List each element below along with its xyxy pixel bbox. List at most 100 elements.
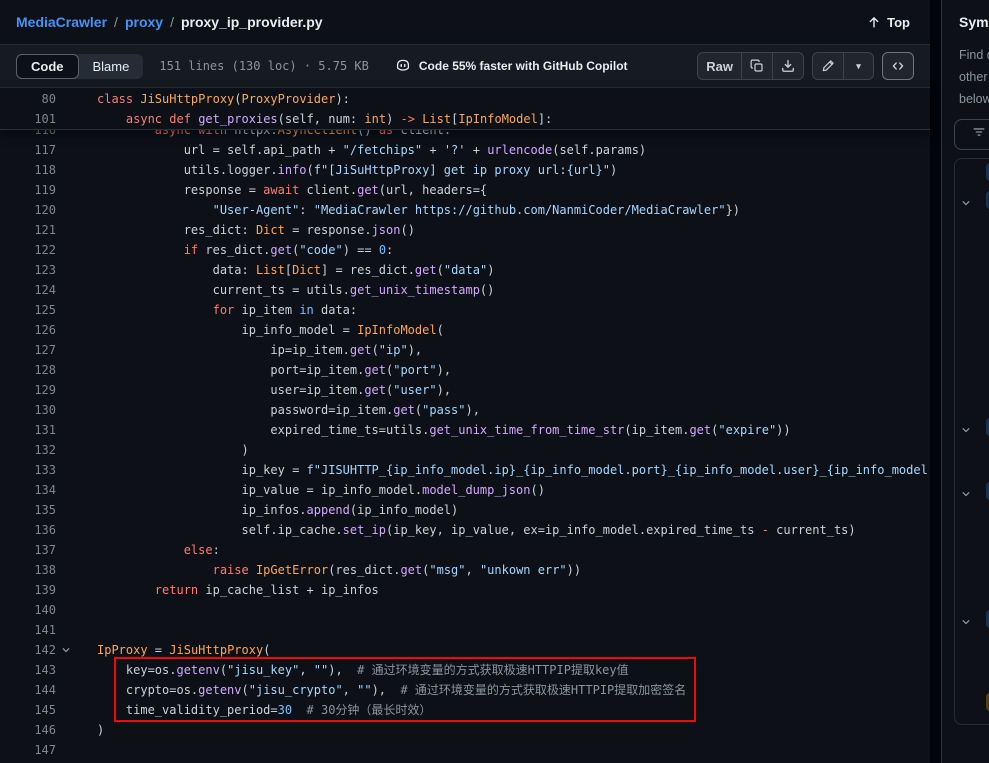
- line-number[interactable]: 129: [0, 380, 56, 400]
- fold-gutter: [56, 280, 76, 300]
- code-line-content: for ip_item in data:: [76, 300, 357, 320]
- line-number[interactable]: 126: [0, 320, 56, 340]
- line-number[interactable]: 144: [0, 680, 56, 700]
- breadcrumb-separator: /: [170, 14, 174, 30]
- line-number[interactable]: 139: [0, 580, 56, 600]
- line-number[interactable]: 135: [0, 500, 56, 520]
- fold-gutter: [56, 360, 76, 380]
- line-number[interactable]: 143: [0, 660, 56, 680]
- code-line: 141: [0, 620, 930, 640]
- line-number[interactable]: 131: [0, 420, 56, 440]
- fold-gutter: [56, 540, 76, 560]
- code-editor-area[interactable]: 116 async with httpx.AsyncClient() as cl…: [0, 129, 930, 763]
- fold-gutter: [56, 680, 76, 700]
- code-line-content: response = await client.get(url, headers…: [76, 180, 487, 200]
- line-number[interactable]: 133: [0, 460, 56, 480]
- line-number[interactable]: 138: [0, 560, 56, 580]
- code-line: 138 raise IpGetError(res_dict.get("msg",…: [0, 560, 930, 580]
- line-number[interactable]: 125: [0, 300, 56, 320]
- symbols-filter-input[interactable]: [954, 119, 989, 150]
- breadcrumb-folder-link[interactable]: proxy: [125, 14, 163, 30]
- code-line: 118 utils.logger.info(f"[JiSuHttpProxy] …: [0, 160, 930, 180]
- symbol-row[interactable]: [955, 162, 989, 182]
- chevron-down-icon[interactable]: [961, 486, 971, 504]
- fold-gutter: [56, 440, 76, 460]
- symbols-description: Find definitions and references for func…: [959, 44, 989, 110]
- breadcrumb-repo-link[interactable]: MediaCrawler: [16, 14, 107, 30]
- chevron-down-icon: ▾: [856, 61, 861, 72]
- code-line: 142IpProxy = JiSuHttpProxy(: [0, 640, 930, 660]
- line-number[interactable]: 127: [0, 340, 56, 360]
- fold-gutter: [56, 200, 76, 220]
- fold-gutter: [56, 300, 76, 320]
- tab-blame[interactable]: Blame: [79, 54, 144, 79]
- line-number[interactable]: 128: [0, 360, 56, 380]
- code-line-content: key=os.getenv("jisu_key", ""), # 通过环境变量的…: [76, 660, 629, 680]
- fold-gutter: [56, 700, 76, 720]
- code-line-content: expired_time_ts=utils.get_unix_time_from…: [76, 420, 791, 440]
- line-number[interactable]: 141: [0, 620, 56, 640]
- code-line: 124 current_ts = utils.get_unix_timestam…: [0, 280, 930, 300]
- symbol-row[interactable]: [955, 692, 989, 712]
- symbol-row[interactable]: [955, 190, 989, 210]
- code-line: 135 ip_infos.append(ip_info_model): [0, 500, 930, 520]
- fold-gutter: [56, 560, 76, 580]
- code-line: 116 async with httpx.AsyncClient() as cl…: [0, 129, 930, 140]
- fold-gutter: [56, 220, 76, 240]
- edit-button[interactable]: [813, 53, 843, 79]
- tab-code[interactable]: Code: [16, 54, 79, 79]
- scroll-to-top-button[interactable]: Top: [867, 15, 910, 30]
- line-number[interactable]: 140: [0, 600, 56, 620]
- code-line: 144 crypto=os.getenv("jisu_crypto", ""),…: [0, 680, 930, 700]
- symbol-row[interactable]: [955, 481, 989, 501]
- chevron-down-icon[interactable]: [961, 422, 971, 440]
- line-number[interactable]: 132: [0, 440, 56, 460]
- code-line-content: ip_info_model = IpInfoModel(: [76, 320, 444, 340]
- line-number[interactable]: 124: [0, 280, 56, 300]
- code-line: 133 ip_key = f"JISUHTTP_{ip_info_model.i…: [0, 460, 930, 480]
- code-line-content: return ip_cache_list + ip_infos: [76, 580, 379, 600]
- collapse-chevron-icon[interactable]: [56, 640, 76, 660]
- copy-button[interactable]: [741, 53, 772, 79]
- raw-button[interactable]: Raw: [698, 53, 741, 79]
- line-number[interactable]: 147: [0, 740, 56, 760]
- line-number[interactable]: 121: [0, 220, 56, 240]
- code-line-content: class JiSuHttpProxy(ProxyProvider):: [76, 89, 350, 109]
- line-number[interactable]: 117: [0, 140, 56, 160]
- edit-dropdown-button[interactable]: ▾: [843, 53, 873, 79]
- fold-gutter: [56, 580, 76, 600]
- line-number[interactable]: 120: [0, 200, 56, 220]
- line-number[interactable]: 137: [0, 540, 56, 560]
- line-number[interactable]: 136: [0, 520, 56, 540]
- code-line: 146): [0, 720, 930, 740]
- symbol-row[interactable]: [955, 609, 989, 629]
- line-number[interactable]: 134: [0, 480, 56, 500]
- chevron-down-icon[interactable]: [961, 195, 971, 213]
- fold-gutter: [56, 180, 76, 200]
- code-line: 140: [0, 600, 930, 620]
- filter-icon: [972, 125, 986, 144]
- line-number[interactable]: 119: [0, 180, 56, 200]
- fold-gutter: [56, 520, 76, 540]
- line-number[interactable]: 118: [0, 160, 56, 180]
- line-number[interactable]: 130: [0, 400, 56, 420]
- fold-gutter: [56, 129, 76, 140]
- line-number[interactable]: 101: [0, 109, 56, 129]
- code-line-content: res_dict: Dict = response.json(): [76, 220, 415, 240]
- download-icon: [781, 59, 795, 73]
- line-number[interactable]: 123: [0, 260, 56, 280]
- line-number[interactable]: 142: [0, 640, 56, 660]
- code-line-content: crypto=os.getenv("jisu_crypto", ""), # 通…: [76, 680, 686, 700]
- download-button[interactable]: [772, 53, 803, 79]
- line-number[interactable]: 145: [0, 700, 56, 720]
- symbol-row[interactable]: [955, 417, 989, 437]
- code-line-content: ip_key = f"JISUHTTP_{ip_info_model.ip}_{…: [76, 460, 928, 480]
- code-line: 122 if res_dict.get("code") == 0:: [0, 240, 930, 260]
- chevron-down-icon[interactable]: [961, 614, 971, 632]
- line-number[interactable]: 80: [0, 89, 56, 109]
- line-number[interactable]: 116: [0, 129, 56, 140]
- line-number[interactable]: 122: [0, 240, 56, 260]
- symbols-panel-toggle-button[interactable]: [883, 53, 913, 79]
- symbols-tree: [954, 158, 989, 725]
- line-number[interactable]: 146: [0, 720, 56, 740]
